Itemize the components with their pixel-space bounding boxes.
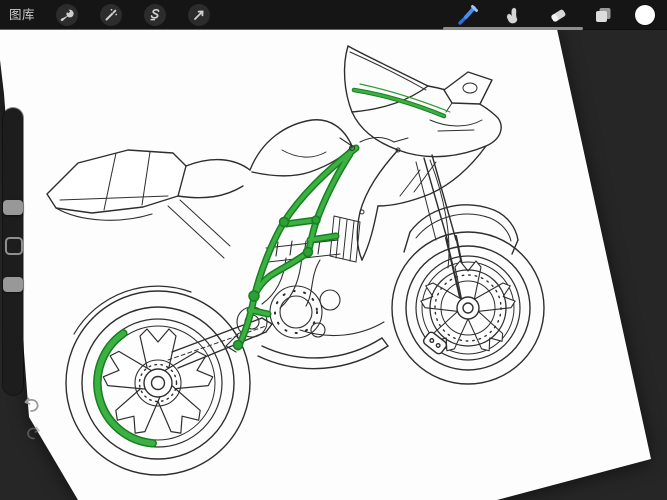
motorcycle-drawing bbox=[46, 45, 545, 476]
brush-icon bbox=[457, 4, 478, 25]
arrow-cursor-icon bbox=[194, 10, 204, 20]
fairing-green-stripe bbox=[351, 83, 451, 119]
front-fairing bbox=[339, 45, 502, 261]
paint-tool-group bbox=[445, 0, 667, 29]
undo-arrow-icon bbox=[24, 397, 39, 412]
selection-button[interactable] bbox=[144, 3, 167, 26]
canvas-wrap bbox=[0, 0, 667, 500]
bodywork-rear bbox=[46, 149, 251, 259]
magic-wand-icon bbox=[105, 8, 118, 20]
gallery-button[interactable]: 图库 bbox=[0, 0, 45, 29]
color-swatch[interactable] bbox=[635, 4, 655, 25]
eraser-icon bbox=[550, 9, 565, 22]
toolbar-shadow-strip bbox=[443, 26, 583, 30]
opacity-slider-handle[interactable] bbox=[3, 277, 23, 292]
layers-button[interactable] bbox=[591, 3, 615, 27]
app-stage: 图库 bbox=[0, 0, 667, 500]
selection-s-icon bbox=[150, 8, 160, 20]
smudge-button[interactable] bbox=[501, 3, 525, 27]
drawing-canvas[interactable] bbox=[0, 29, 651, 500]
actions-button[interactable] bbox=[56, 3, 79, 26]
modify-button[interactable] bbox=[5, 237, 23, 255]
paint-button[interactable] bbox=[456, 3, 480, 27]
undo-button[interactable] bbox=[20, 396, 42, 416]
redo-button[interactable] bbox=[24, 425, 46, 445]
trellis-frame bbox=[232, 144, 360, 351]
erase-button[interactable] bbox=[546, 3, 570, 27]
top-toolbar: 图库 bbox=[0, 0, 667, 29]
redo-arrow-icon bbox=[27, 426, 40, 440]
adjustments-button[interactable] bbox=[100, 3, 123, 26]
layers-icon bbox=[595, 7, 610, 22]
front-wheel bbox=[391, 231, 545, 385]
rear-wheel bbox=[65, 290, 251, 476]
transform-button[interactable] bbox=[188, 3, 211, 26]
wrench-icon bbox=[60, 9, 74, 21]
brush-size-slider-handle[interactable] bbox=[3, 200, 23, 215]
smudge-finger-icon bbox=[505, 6, 518, 24]
